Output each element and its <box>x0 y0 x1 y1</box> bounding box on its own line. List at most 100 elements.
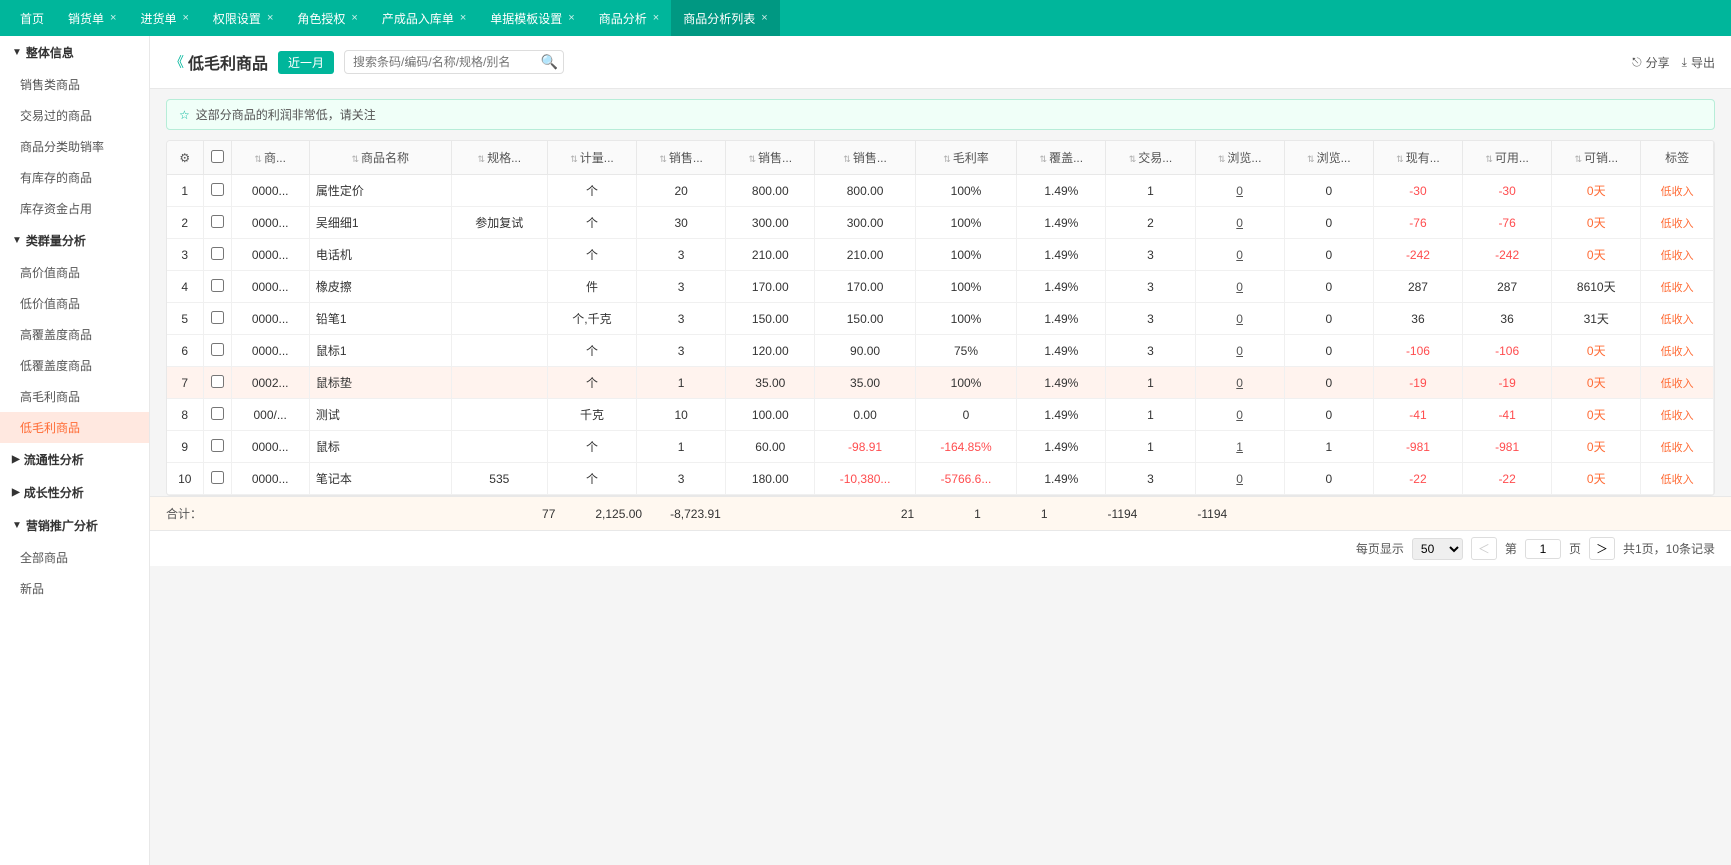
row-select-checkbox[interactable] <box>211 215 224 228</box>
col-available-stock[interactable]: ⇅可用... <box>1463 141 1552 175</box>
col-name[interactable]: ⇅商品名称 <box>309 141 451 175</box>
row-select-checkbox[interactable] <box>211 375 224 388</box>
row-select-checkbox[interactable] <box>211 247 224 260</box>
close-icon[interactable]: × <box>460 12 466 24</box>
row-name[interactable]: 电话机 <box>309 239 451 271</box>
row-views1[interactable]: 0 <box>1195 399 1284 431</box>
sidebar-group-cluster[interactable]: ▼ 类群量分析 <box>0 224 149 257</box>
col-unit[interactable]: ⇅计量... <box>547 141 636 175</box>
close-icon[interactable]: × <box>182 12 188 24</box>
nav-item-product-inbound[interactable]: 产成品入库单 × <box>370 0 478 36</box>
sidebar-item-low-value[interactable]: 低价值商品 <box>0 288 149 319</box>
nav-item-role-auth[interactable]: 角色授权 × <box>285 0 369 36</box>
col-gross-margin[interactable]: ⇅毛利率 <box>915 141 1016 175</box>
nav-item-purchase[interactable]: 进货单 × <box>128 0 200 36</box>
row-name[interactable]: 笔记本 <box>309 463 451 495</box>
sidebar-item-traded-products[interactable]: 交易过的商品 <box>0 100 149 131</box>
col-views2[interactable]: ⇅浏览... <box>1284 141 1373 175</box>
close-icon[interactable]: × <box>761 12 767 24</box>
search-input[interactable] <box>344 50 564 74</box>
row-name[interactable]: 鼠标 <box>309 431 451 463</box>
select-all-checkbox[interactable] <box>211 150 224 163</box>
sidebar-item-low-margin[interactable]: 低毛利商品 <box>0 412 149 443</box>
row-checkbox[interactable] <box>203 175 231 207</box>
row-name[interactable]: 吴细细1 <box>309 207 451 239</box>
nav-item-product-analysis[interactable]: 商品分析 × <box>587 0 671 36</box>
sidebar-item-stock-capital[interactable]: 库存资金占用 <box>0 193 149 224</box>
sidebar-collapse-btn[interactable]: 《 <box>166 44 188 80</box>
row-checkbox[interactable] <box>203 239 231 271</box>
col-views1[interactable]: ⇅浏览... <box>1195 141 1284 175</box>
close-icon[interactable]: × <box>568 12 574 24</box>
close-icon[interactable]: × <box>653 12 659 24</box>
row-select-checkbox[interactable] <box>211 311 224 324</box>
row-views1[interactable]: 0 <box>1195 303 1284 335</box>
nav-item-template-settings[interactable]: 单据模板设置 × <box>478 0 586 36</box>
row-checkbox[interactable] <box>203 367 231 399</box>
col-sellable-days[interactable]: ⇅可销... <box>1552 141 1641 175</box>
sidebar-item-high-margin[interactable]: 高毛利商品 <box>0 381 149 412</box>
page-size-select[interactable]: 50 20 100 <box>1412 538 1463 560</box>
col-sales-qty[interactable]: ⇅销售... <box>637 141 726 175</box>
prev-page-button[interactable]: ＜ <box>1471 537 1497 560</box>
row-views1[interactable]: 0 <box>1195 207 1284 239</box>
next-page-button[interactable]: ＞ <box>1589 537 1615 560</box>
close-icon[interactable]: × <box>110 12 116 24</box>
row-name[interactable]: 鼠标垫 <box>309 367 451 399</box>
row-checkbox[interactable] <box>203 335 231 367</box>
row-checkbox[interactable] <box>203 431 231 463</box>
sidebar-item-new-products[interactable]: 新品 <box>0 573 149 604</box>
row-select-checkbox[interactable] <box>211 183 224 196</box>
sidebar-group-overall[interactable]: ▼ 整体信息 <box>0 36 149 69</box>
col-spec[interactable]: ⇅规格... <box>451 141 547 175</box>
row-checkbox[interactable] <box>203 271 231 303</box>
close-icon[interactable]: × <box>267 12 273 24</box>
row-select-checkbox[interactable] <box>211 439 224 452</box>
row-views1[interactable]: 1 <box>1195 431 1284 463</box>
row-views1[interactable]: 0 <box>1195 335 1284 367</box>
sidebar-item-high-value[interactable]: 高价值商品 <box>0 257 149 288</box>
nav-item-sales[interactable]: 销货单 × <box>56 0 128 36</box>
col-coverage[interactable]: ⇅覆盖... <box>1017 141 1106 175</box>
row-checkbox[interactable] <box>203 303 231 335</box>
sidebar-item-low-coverage[interactable]: 低覆盖度商品 <box>0 350 149 381</box>
col-sales-profit[interactable]: ⇅销售... <box>815 141 915 175</box>
row-name[interactable]: 测试 <box>309 399 451 431</box>
nav-item-permissions[interactable]: 权限设置 × <box>201 0 285 36</box>
row-views1[interactable]: 0 <box>1195 239 1284 271</box>
row-select-checkbox[interactable] <box>211 343 224 356</box>
sidebar-item-high-coverage[interactable]: 高覆盖度商品 <box>0 319 149 350</box>
sidebar-item-sales-products[interactable]: 销售类商品 <box>0 69 149 100</box>
row-views1[interactable]: 0 <box>1195 463 1284 495</box>
row-views1[interactable]: 0 <box>1195 175 1284 207</box>
col-trade-count[interactable]: ⇅交易... <box>1106 141 1195 175</box>
sidebar-item-stocked-products[interactable]: 有库存的商品 <box>0 162 149 193</box>
row-name[interactable]: 铅笔1 <box>309 303 451 335</box>
export-button[interactable]: ⤓ 导出 <box>1682 54 1715 71</box>
sidebar-group-flow[interactable]: ▶ 流通性分析 <box>0 443 149 476</box>
row-views1[interactable]: 0 <box>1195 271 1284 303</box>
sidebar-group-growth[interactable]: ▶ 成长性分析 <box>0 476 149 509</box>
row-select-checkbox[interactable] <box>211 471 224 484</box>
col-settings[interactable]: ⚙ <box>167 141 203 175</box>
search-button[interactable]: 🔍 <box>541 54 558 71</box>
nav-item-home[interactable]: 首页 <box>8 0 56 36</box>
row-checkbox[interactable] <box>203 207 231 239</box>
col-current-stock[interactable]: ⇅现有... <box>1373 141 1462 175</box>
page-number-input[interactable] <box>1525 539 1561 559</box>
share-button[interactable]: ⎋ 分享 <box>1632 54 1670 71</box>
row-select-checkbox[interactable] <box>211 407 224 420</box>
row-name[interactable]: 鼠标1 <box>309 335 451 367</box>
row-name[interactable]: 橡皮擦 <box>309 271 451 303</box>
period-button[interactable]: 近一月 <box>278 51 334 74</box>
row-select-checkbox[interactable] <box>211 279 224 292</box>
sidebar-group-marketing[interactable]: ▼ 营销推广分析 <box>0 509 149 542</box>
nav-item-product-analysis-list[interactable]: 商品分析列表 × <box>671 0 779 36</box>
sidebar-item-all-products[interactable]: 全部商品 <box>0 542 149 573</box>
row-checkbox[interactable] <box>203 399 231 431</box>
row-checkbox[interactable] <box>203 463 231 495</box>
close-icon[interactable]: × <box>351 12 357 24</box>
col-code[interactable]: ⇅商... <box>231 141 309 175</box>
row-views1[interactable]: 0 <box>1195 367 1284 399</box>
col-sales-amount[interactable]: ⇅销售... <box>726 141 815 175</box>
